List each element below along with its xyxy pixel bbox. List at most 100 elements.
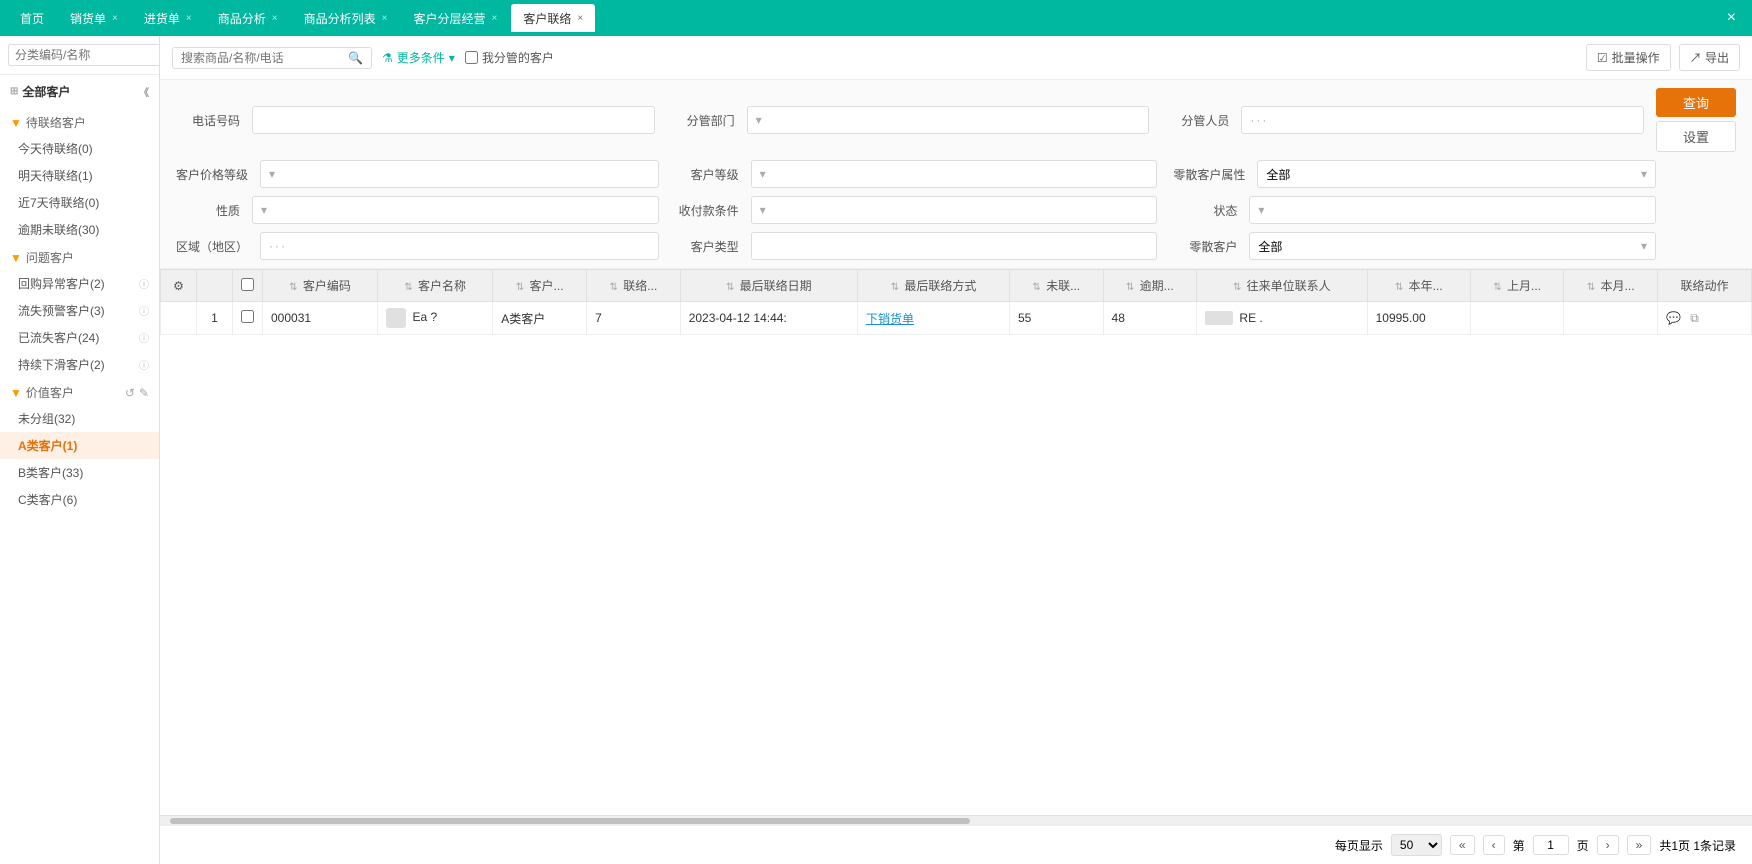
filter-region-select[interactable]: ··· <box>260 232 659 260</box>
row-last-month-cell <box>1470 302 1564 335</box>
tab-purchase-label: 进货单 <box>144 10 180 27</box>
row-checkbox[interactable] <box>241 310 254 323</box>
filter-search-input[interactable] <box>181 51 344 65</box>
action-link-icon[interactable]: ⧉ <box>1690 311 1699 325</box>
problem-tri-icon: ▼ <box>10 251 22 265</box>
filter-customer-type-input[interactable] <box>751 232 1158 260</box>
filter-nature-select[interactable]: ▾ <box>252 196 659 224</box>
col-level[interactable]: ⇅ 客户... <box>493 270 587 302</box>
sidebar-item-a-class[interactable]: A类客户(1) <box>0 432 159 459</box>
filter-retail-attr-select[interactable]: 全部 ▾ <box>1257 160 1656 188</box>
sidebar-collapse-icon[interactable]: 《 <box>139 84 149 99</box>
row-overdue-cell: 48 <box>1103 302 1197 335</box>
sidebar-item-overdue[interactable]: 逾期未联络(30) <box>0 216 159 243</box>
sidebar-item-lost[interactable]: 已流失客户(24) ⓘ <box>0 324 159 351</box>
filter-status-arrow: ▾ <box>1258 203 1264 217</box>
sidebar-item-ungroup[interactable]: 未分组(32) <box>0 405 159 432</box>
col-last-method-sort-icon: ⇅ <box>891 282 899 293</box>
filter-dept: 分管部门 ▾ <box>671 106 1150 134</box>
row-code-cell[interactable]: 000031 <box>263 302 378 335</box>
col-settings-icon[interactable]: ⚙ <box>173 279 184 293</box>
per-page-select[interactable]: 50 100 200 <box>1391 834 1442 856</box>
sidebar-search-input[interactable] <box>8 44 160 66</box>
tab-customer-contact[interactable]: 客户联络 × <box>511 4 595 32</box>
filter-status-label: 状态 <box>1173 202 1243 219</box>
filter-retail-select[interactable]: 全部 ▾ <box>1249 232 1656 260</box>
tab-home[interactable]: 首页 <box>8 4 56 32</box>
col-last-month[interactable]: ⇅ 上月... <box>1470 270 1564 302</box>
pending-tri-icon: ▼ <box>10 116 22 130</box>
prev-page-button[interactable]: ‹ <box>1483 835 1505 855</box>
row-index-cell: 1 <box>197 302 233 335</box>
close-customer-contact-icon[interactable]: × <box>577 13 583 24</box>
filter-phone-input[interactable] <box>252 106 655 134</box>
export-button[interactable]: ↗ 导出 <box>1679 44 1740 71</box>
refresh-icon[interactable]: ↺ <box>125 386 135 400</box>
col-contact[interactable]: ⇅ 联络... <box>587 270 681 302</box>
filter-manager-input[interactable]: ··· <box>1241 106 1644 134</box>
close-all-icon[interactable]: × <box>1719 9 1744 27</box>
sidebar-item-7days[interactable]: 近7天待联络(0) <box>0 189 159 216</box>
scrollbar-thumb[interactable] <box>170 818 970 824</box>
row-last-method-cell[interactable]: 下销货单 <box>857 302 1009 335</box>
filter-price-level-select[interactable]: ▾ <box>260 160 659 188</box>
sidebar-item-tomorrow[interactable]: 明天待联络(1) <box>0 162 159 189</box>
col-name[interactable]: ⇅ 客户名称 <box>378 270 493 302</box>
edit-icon[interactable]: ✎ <box>139 386 149 400</box>
sidebar-item-a-class-label: A类客户(1) <box>18 437 77 454</box>
close-customer-tier-icon[interactable]: × <box>491 13 497 24</box>
last-page-button[interactable]: » <box>1627 835 1652 855</box>
tab-sales[interactable]: 销货单 × <box>58 4 130 32</box>
sidebar-item-abnormal[interactable]: 回购异常客户(2) ⓘ <box>0 270 159 297</box>
sidebar-item-ungroup-label: 未分组(32) <box>18 410 75 427</box>
select-all-checkbox[interactable] <box>241 278 254 291</box>
tab-home-label: 首页 <box>20 10 44 27</box>
sidebar-item-lost-warning[interactable]: 流失预警客户(3) ⓘ <box>0 297 159 324</box>
filter-payment-select[interactable]: ▾ <box>751 196 1158 224</box>
col-no-contact[interactable]: ⇅ 未联... <box>1010 270 1104 302</box>
col-code[interactable]: ⇅ 客户编码 <box>263 270 378 302</box>
filter-customer-level-select[interactable]: ▾ <box>751 160 1158 188</box>
my-customers-checkbox[interactable] <box>465 51 478 64</box>
setting-button[interactable]: 设置 <box>1656 121 1736 152</box>
tab-goods-list[interactable]: 商品分析列表 × <box>292 4 400 32</box>
col-year-amount[interactable]: ⇅ 本年... <box>1367 270 1470 302</box>
sidebar-item-c-class[interactable]: C类客户(6) <box>0 486 159 513</box>
filter-customer-level: 客户等级 ▾ <box>675 160 1158 188</box>
sidebar-all-customers[interactable]: ⊞ 全部客户 《 <box>0 75 159 108</box>
filter-more-btn[interactable]: ⚗ 更多条件 ▾ <box>382 49 455 66</box>
col-overdue[interactable]: ⇅ 逾期... <box>1103 270 1197 302</box>
query-button[interactable]: 查询 <box>1656 88 1736 117</box>
close-sales-icon[interactable]: × <box>112 13 118 24</box>
sidebar-pending-group: ▼ 待联络客户 <box>0 108 159 135</box>
close-purchase-icon[interactable]: × <box>186 13 192 24</box>
col-contact-person[interactable]: ⇅ 往来单位联系人 <box>1197 270 1368 302</box>
batch-ops-button[interactable]: ☑ 批量操作 <box>1586 44 1671 71</box>
sidebar-item-today[interactable]: 今天待联络(0) <box>0 135 159 162</box>
filter-phone-label: 电话号码 <box>176 112 246 129</box>
filter-dept-select[interactable]: ▾ <box>747 106 1150 134</box>
close-goods-analysis-icon[interactable]: × <box>272 13 278 24</box>
tab-purchase[interactable]: 进货单 × <box>132 4 204 32</box>
col-settings[interactable]: ⚙ <box>161 270 197 302</box>
close-goods-list-icon[interactable]: × <box>382 13 388 24</box>
sidebar-item-declining[interactable]: 持续下滑客户(2) ⓘ <box>0 351 159 378</box>
next-page-button[interactable]: › <box>1597 835 1619 855</box>
filter-status-select[interactable]: ▾ <box>1249 196 1656 224</box>
col-this-month[interactable]: ⇅ 本月... <box>1564 270 1658 302</box>
col-action: 联络动作 <box>1657 270 1751 302</box>
sidebar-item-today-label: 今天待联络(0) <box>18 140 93 157</box>
row-no-contact-cell: 55 <box>1010 302 1104 335</box>
first-page-button[interactable]: « <box>1450 835 1475 855</box>
page-number-input[interactable] <box>1533 835 1569 855</box>
row-name-cell[interactable]: Ea ? <box>378 302 493 335</box>
horizontal-scrollbar[interactable] <box>160 815 1752 825</box>
col-last-method[interactable]: ⇅ 最后联络方式 <box>857 270 1009 302</box>
tab-goods-analysis[interactable]: 商品分析 × <box>206 4 290 32</box>
action-chat-icon[interactable]: 💬 <box>1666 311 1681 325</box>
col-last-date-sort-icon: ⇅ <box>726 282 734 293</box>
col-last-date[interactable]: ⇅ 最后联络日期 <box>680 270 857 302</box>
sidebar-item-b-class[interactable]: B类客户(33) <box>0 459 159 486</box>
filter-search-icon[interactable]: 🔍 <box>348 51 363 65</box>
tab-customer-tier[interactable]: 客户分层经营 × <box>401 4 509 32</box>
